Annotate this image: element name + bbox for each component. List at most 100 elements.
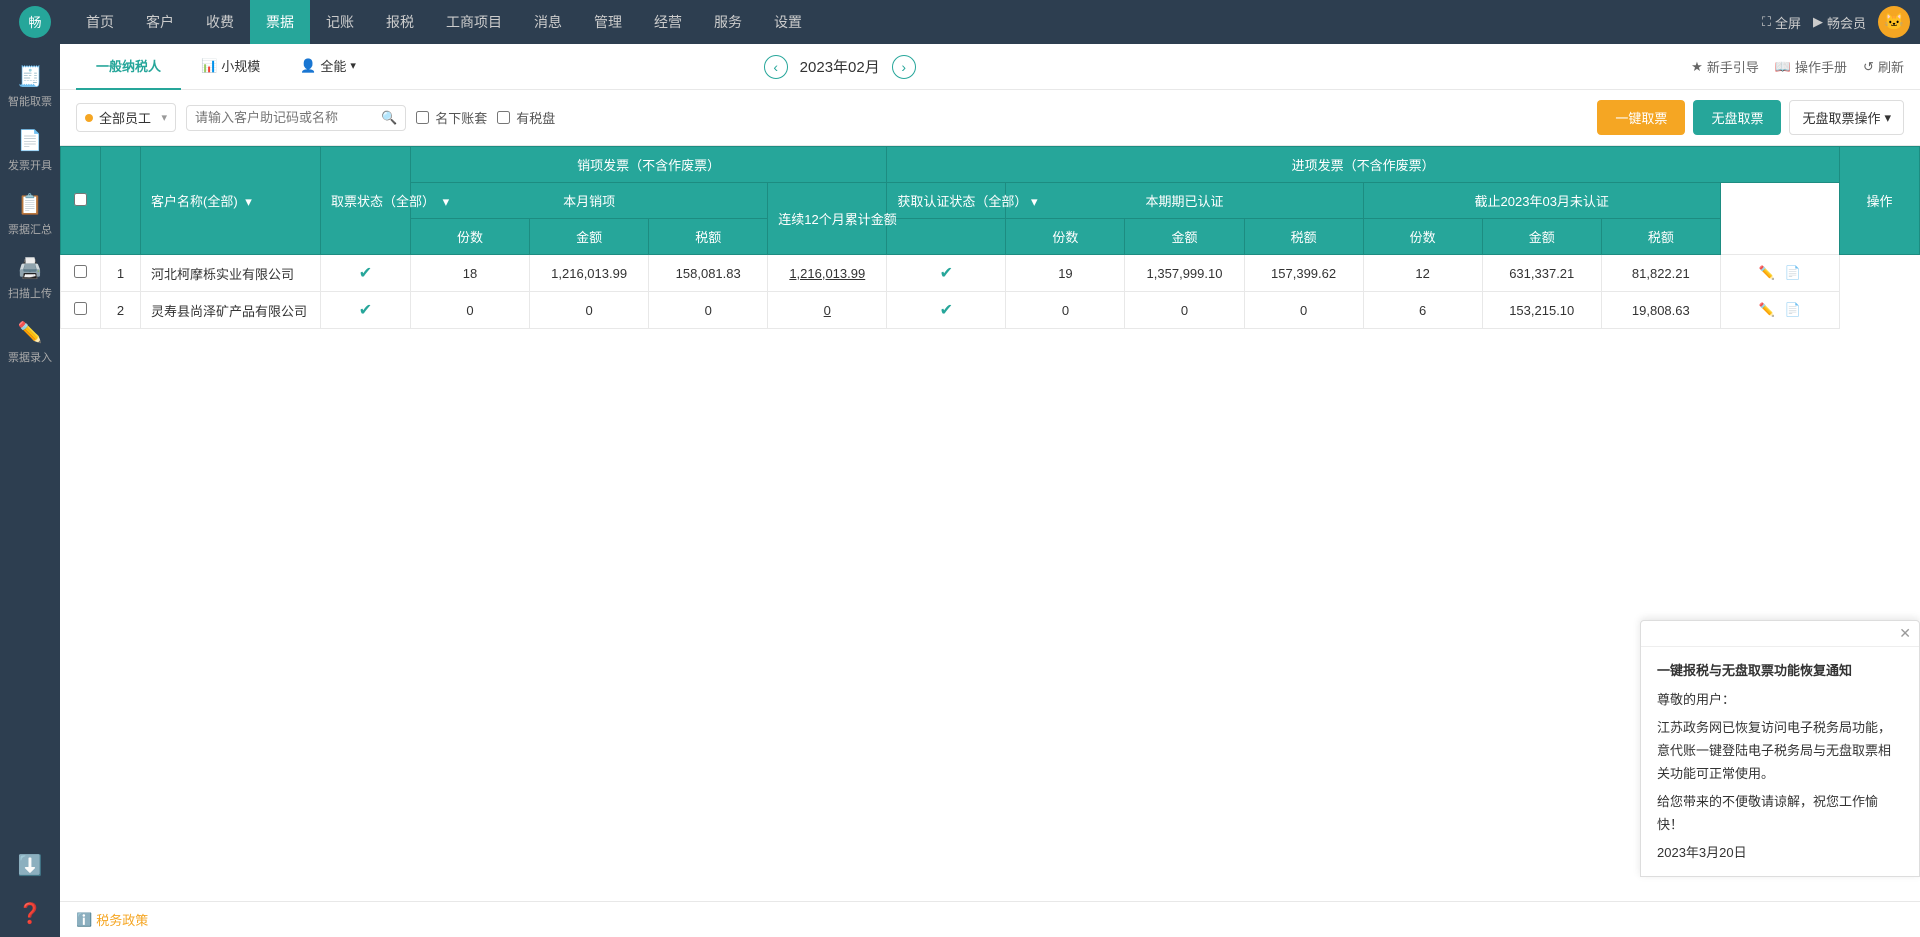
checkbox-accounts[interactable]: 名下账套 [416,108,487,127]
fullscreen-icon: ⛶ [1762,14,1771,30]
tax-policy-link[interactable]: ℹ️ 税务政策 [76,910,148,929]
nav-customer[interactable]: 客户 [130,0,190,44]
arrow-down-icon: ▾ [161,111,167,124]
chevron-down-icon: ▾ [350,59,356,72]
th-purchase-group: 进项发票（不含作废票） [887,147,1840,183]
nav-collection[interactable]: 收费 [190,0,250,44]
sidebar-item-scan[interactable]: 🖨️ 扫描上传 [0,246,60,310]
sidebar-item-summary[interactable]: 📋 票据汇总 [0,182,60,246]
tab-general[interactable]: 一般纳税人 [76,44,181,90]
sidebar-item-smart-get[interactable]: 🧾 智能取票 [0,54,60,118]
toolbar: 全部员工 ▾ 🔍 名下账套 有税盘 一键取票 无盘取票 无盘取票操作 ▾ [60,90,1920,146]
tab-all[interactable]: 👤 全能 ▾ [280,44,376,90]
th-pur-status-icon [887,219,1006,255]
all-icon: 👤 [300,58,316,74]
row1-pur-tax2: 81,822.21 [1601,255,1720,292]
nav-accounting[interactable]: 记账 [310,0,370,44]
th-pur-tax1: 税额 [1244,219,1363,255]
refresh-icon: ↺ [1863,59,1874,75]
fullscreen-link[interactable]: ⛶ 全屏 [1762,13,1801,32]
th-pur-count2: 份数 [1363,219,1482,255]
no-disk-get-button[interactable]: 无盘取票 [1693,100,1781,135]
row1-pur-count1: 19 [1006,255,1125,292]
th-pur-amount1: 金额 [1125,219,1244,255]
search-input[interactable] [195,110,375,125]
dot-icon [85,114,93,122]
nav-home[interactable]: 首页 [70,0,130,44]
nav-invoice[interactable]: 票据 [250,0,310,44]
sidebar-bottom: ⬇️ ❓ [0,841,60,937]
check-circle-icon: ✔ [940,302,953,319]
th-purchase-certified: 本期期已认证 [1006,183,1363,219]
next-month-button[interactable]: › [892,55,916,79]
nav-settings[interactable]: 设置 [758,0,818,44]
th-pur-count1: 份数 [1006,219,1125,255]
nav-business[interactable]: 工商项目 [430,0,518,44]
th-checkbox [61,147,101,255]
employee-select[interactable]: 全部员工 ▾ [76,103,176,132]
filter-icon[interactable]: ▾ [245,194,252,209]
th-pur-tax2: 税额 [1601,219,1720,255]
th-purchase-uncertified: 截止2023年03月未认证 [1363,183,1720,219]
nav-service[interactable]: 服务 [698,0,758,44]
th-sales-tax: 税额 [649,219,768,255]
detail-icon[interactable]: 📄 [1785,265,1801,280]
nav-tax[interactable]: 报税 [370,0,430,44]
row2-sales-count: 0 [411,292,530,329]
row1-pur-status: ✔ [887,255,1006,292]
notification-apology: 给您带来的不便敬请谅解，祝您工作愉快！ [1657,790,1903,837]
row2-pur-amount1: 0 [1125,292,1244,329]
row2-ops: ✏️ 📄 [1720,292,1839,329]
accounts-checkbox[interactable] [416,111,429,124]
month-nav: ‹ 2023年02月 › [764,55,916,79]
sidebar-item-issue[interactable]: 📄 发票开具 [0,118,60,182]
row1-checkbox[interactable] [61,255,101,292]
th-company: 客户名称(全部) ▾ [141,147,321,255]
search-box: 🔍 [186,105,406,131]
edit-icon[interactable]: ✏️ [1759,265,1775,280]
purchase-status-filter-icon[interactable]: ▾ [1031,194,1038,209]
row1-cumulative[interactable]: 1,216,013.99 [768,255,887,292]
row1-ops: ✏️ 📄 [1720,255,1839,292]
row2-checkbox[interactable] [61,292,101,329]
row2-cumulative[interactable]: 0 [768,292,887,329]
detail-icon[interactable]: 📄 [1785,302,1801,317]
one-click-get-button[interactable]: 一键取票 [1597,100,1685,135]
avatar[interactable]: 🐱 [1878,6,1910,38]
notification-panel: ✕ 一键报税与无盘取票功能恢复通知 尊敬的用户： 江苏政务网已恢复访问电子税务局… [1640,620,1920,877]
status-filter-icon[interactable]: ▾ [443,194,450,209]
edit-icon[interactable]: ✏️ [1759,302,1775,317]
prev-month-button[interactable]: ‹ [764,55,788,79]
search-icon[interactable]: 🔍 [381,110,397,126]
sub-tabs: 一般纳税人 📊 小规模 👤 全能 ▾ ‹ 2023年02月 › ★ [60,44,1920,90]
close-icon[interactable]: ✕ [1899,625,1911,642]
checkbox-taxdisk[interactable]: 有税盘 [497,108,555,127]
member-link[interactable]: ▶ 畅会员 [1813,13,1866,32]
refresh-link[interactable]: ↺ 刷新 [1863,57,1904,76]
row1-sales-count: 18 [411,255,530,292]
notification-header: ✕ [1641,621,1919,647]
issue-icon: 📄 [18,128,43,153]
no-disk-more-button[interactable]: 无盘取票操作 ▾ [1789,100,1904,135]
select-all-checkbox[interactable] [74,193,87,206]
row2-pur-tax1: 0 [1244,292,1363,329]
row2-pur-count2: 6 [1363,292,1482,329]
nav-operation[interactable]: 经营 [638,0,698,44]
right-actions: ⛶ 全屏 ▶ 畅会员 🐱 [1762,6,1910,38]
nav-management[interactable]: 管理 [578,0,638,44]
row2-pur-count1: 0 [1006,292,1125,329]
logo[interactable]: 畅 [10,0,60,44]
toolbar-right: 一键取票 无盘取票 无盘取票操作 ▾ [1597,100,1904,135]
sidebar-item-entry[interactable]: ✏️ 票据录入 [0,310,60,374]
manual-link[interactable]: 📖 操作手册 [1775,57,1847,76]
row2-sales-amount: 0 [530,292,649,329]
guide-link[interactable]: ★ 新手引导 [1691,57,1759,76]
row2-index: 2 [101,292,141,329]
smart-get-icon: 🧾 [18,64,43,89]
dropdown-arrow-icon: ▾ [1884,110,1891,126]
sidebar-download[interactable]: ⬇️ [0,841,60,889]
sidebar-help[interactable]: ❓ [0,889,60,937]
taxdisk-checkbox[interactable] [497,111,510,124]
tab-small[interactable]: 📊 小规模 [181,44,280,90]
nav-message[interactable]: 消息 [518,0,578,44]
